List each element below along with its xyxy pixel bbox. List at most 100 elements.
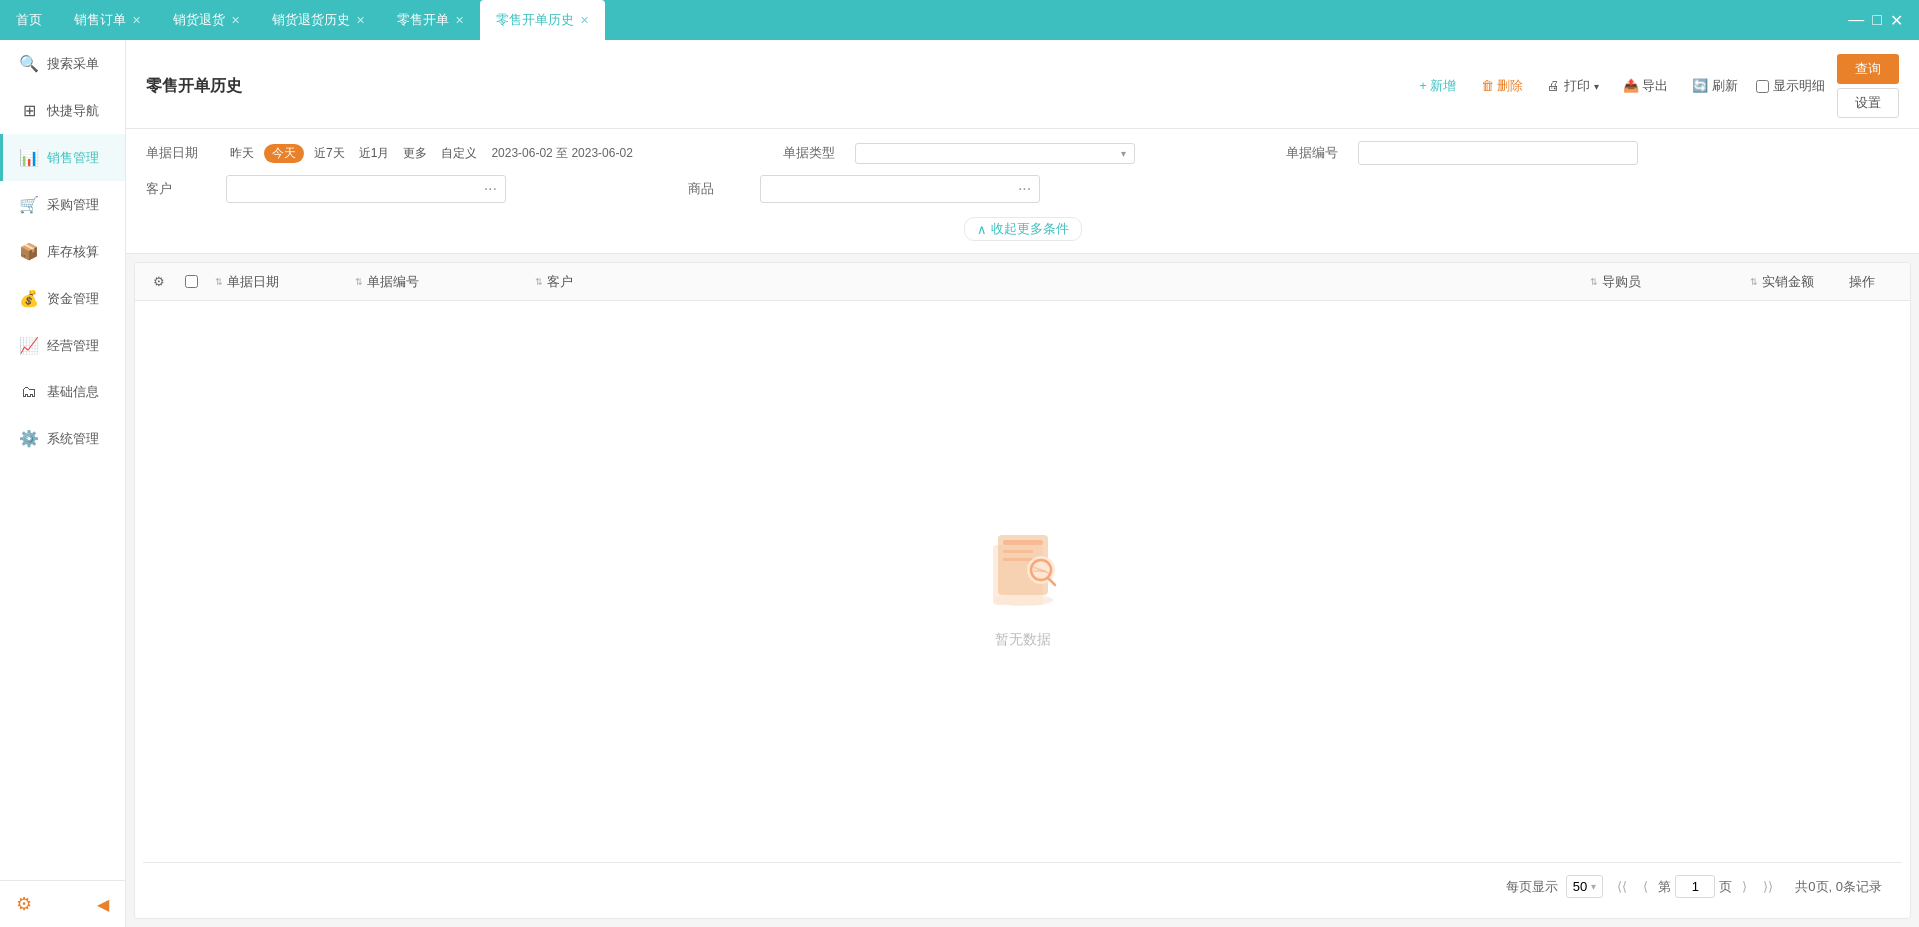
date-opt-1month[interactable]: 近1月 <box>355 144 394 163</box>
sidebar-item-sales-mgmt[interactable]: 📊 销售管理 <box>0 134 125 181</box>
delete-button[interactable]: 🗑 删除 <box>1475 73 1530 99</box>
table-settings-icon[interactable]: ⚙ <box>143 274 175 289</box>
settings-bottom-icon[interactable]: ⚙ <box>16 893 32 915</box>
next-page-btn[interactable]: ⟩ <box>1736 876 1753 897</box>
chart-icon: 📊 <box>19 148 39 167</box>
last-page-btn[interactable]: ⟩⟩ <box>1757 876 1779 897</box>
display-detail-checkbox[interactable]: 显示明细 <box>1756 77 1825 95</box>
sidebar-item-sys-mgmt[interactable]: ⚙️ 系统管理 <box>0 415 125 462</box>
date-opt-today[interactable]: 今天 <box>264 144 304 163</box>
sidebar-item-search[interactable]: 🔍 搜索采单 <box>0 40 125 87</box>
print-button[interactable]: 🖨 打印 ▾ <box>1541 73 1605 99</box>
tab-sales-return-history[interactable]: 销货退货历史 ✕ <box>256 0 381 40</box>
select-all-checkbox[interactable] <box>175 275 207 288</box>
sidebar-item-finance[interactable]: 💰 资金管理 <box>0 275 125 322</box>
chevron-up-icon: ∧ <box>977 222 987 237</box>
customer-input[interactable] <box>235 182 484 196</box>
bill-no-label: 单据编号 <box>1286 144 1346 162</box>
tab-retail-open-history[interactable]: 零售开单历史 ✕ <box>480 0 605 40</box>
bill-type-select[interactable]: ▾ <box>855 143 1135 164</box>
pagination: 每页显示 50 ▾ ⟨⟨ ⟨ 第 1 页 ⟩ ⟩⟩ 共0页, 0条记录 <box>143 862 1902 910</box>
product-input[interactable] <box>769 182 1018 196</box>
filter-row-2: 客户 ··· 商品 ··· <box>146 175 1899 203</box>
page-word: 页 <box>1719 878 1732 896</box>
money-icon: 💰 <box>19 289 39 308</box>
tab-sales-order[interactable]: 销售订单 ✕ <box>58 0 157 40</box>
bill-no-input[interactable] <box>1367 146 1629 160</box>
maximize-btn[interactable]: □ <box>1872 11 1882 29</box>
query-button[interactable]: 查询 <box>1837 54 1899 84</box>
sidebar-item-purchase-mgmt[interactable]: 🛒 采购管理 <box>0 181 125 228</box>
date-opt-7days[interactable]: 近7天 <box>310 144 349 163</box>
empty-text: 暂无数据 <box>995 631 1051 649</box>
tab-retail-open[interactable]: 零售开单 ✕ <box>381 0 480 40</box>
date-opt-more[interactable]: 更多 <box>399 144 431 163</box>
customer-input-wrapper: ··· <box>226 175 506 203</box>
page-title: 零售开单历史 <box>146 76 242 97</box>
close-retail-open-history[interactable]: ✕ <box>580 14 589 27</box>
col-date[interactable]: ⇅ 单据日期 <box>207 273 347 291</box>
page-number-input[interactable]: 1 <box>1675 875 1715 898</box>
col-billno[interactable]: ⇅ 单据编号 <box>347 273 527 291</box>
tab-sales-return[interactable]: 销货退货 ✕ <box>157 0 256 40</box>
search-icon: 🔍 <box>19 54 39 73</box>
gear-icon: ⚙️ <box>19 429 39 448</box>
sidebar-item-inventory[interactable]: 📦 库存核算 <box>0 228 125 275</box>
sidebar-item-basic-info[interactable]: 🗂 基础信息 <box>0 369 125 415</box>
svg-rect-4 <box>1003 550 1033 553</box>
customer-search-icon[interactable]: ··· <box>484 180 497 198</box>
add-button[interactable]: + 新增 <box>1413 73 1462 99</box>
page-size-value: 50 <box>1573 879 1587 894</box>
sidebar-item-quick-nav[interactable]: ⊞ 快捷导航 <box>0 87 125 134</box>
sidebar-item-operations[interactable]: 📈 经营管理 <box>0 322 125 369</box>
page-header: 零售开单历史 + 新增 🗑 删除 🖨 打印 ▾ 📤 导出 🔄 刷新 <box>126 40 1919 129</box>
product-input-wrapper: ··· <box>760 175 1040 203</box>
close-btn[interactable]: ✕ <box>1890 11 1903 30</box>
window-controls: — □ ✕ <box>1848 11 1919 30</box>
collapse-button[interactable]: ∧ 收起更多条件 <box>964 217 1082 241</box>
page-size-chevron-icon: ▾ <box>1591 881 1596 892</box>
bill-type-label: 单据类型 <box>783 144 843 162</box>
col-customer[interactable]: ⇅ 客户 <box>527 273 1582 291</box>
main-layout: 🔍 搜索采单 ⊞ 快捷导航 📊 销售管理 🛒 采购管理 📦 库存核算 💰 资金管… <box>0 40 1919 927</box>
minimize-btn[interactable]: — <box>1848 11 1864 29</box>
export-button[interactable]: 📤 导出 <box>1617 73 1675 99</box>
sort-customer-icon: ⇅ <box>535 277 543 287</box>
sidebar-bottom: ⚙ ◀ <box>0 880 125 927</box>
first-page-btn[interactable]: ⟨⟨ <box>1611 876 1633 897</box>
close-sales-return-history[interactable]: ✕ <box>356 14 365 27</box>
close-sales-order[interactable]: ✕ <box>132 14 141 27</box>
sort-up-icon: ⇅ <box>215 277 223 287</box>
svg-rect-3 <box>1003 540 1043 545</box>
table-area: ⚙ ⇅ 单据日期 ⇅ 单据编号 ⇅ 客户 ⇅ 导购员 <box>134 262 1911 919</box>
bill-no-input-wrapper <box>1358 141 1638 165</box>
col-amount[interactable]: ⇅ 实销金额 <box>1702 273 1822 291</box>
date-label: 单据日期 <box>146 144 206 162</box>
sidebar: 🔍 搜索采单 ⊞ 快捷导航 📊 销售管理 🛒 采购管理 📦 库存核算 💰 资金管… <box>0 40 126 927</box>
date-opt-yesterday[interactable]: 昨天 <box>226 144 258 163</box>
page-word-before: 第 <box>1658 878 1671 896</box>
display-detail-input[interactable] <box>1756 80 1769 93</box>
top-nav: 首页 销售订单 ✕ 销货退货 ✕ 销货退货历史 ✕ 零售开单 ✕ 零售开单历史 … <box>0 0 1919 40</box>
page-size-select[interactable]: 50 ▾ <box>1566 875 1603 898</box>
collapse-bar: ∧ 收起更多条件 <box>146 213 1899 241</box>
prev-page-btn[interactable]: ⟨ <box>1637 876 1654 897</box>
print-chevron-icon: ▾ <box>1594 81 1599 92</box>
col-guide[interactable]: ⇅ 导购员 <box>1582 273 1702 291</box>
refresh-button[interactable]: 🔄 刷新 <box>1686 73 1744 99</box>
close-retail-open[interactable]: ✕ <box>455 14 464 27</box>
bill-type-chevron-icon: ▾ <box>1121 148 1126 159</box>
grid-icon: ⊞ <box>19 101 39 120</box>
date-opt-custom[interactable]: 自定义 <box>437 144 481 163</box>
col-operation: 操作 <box>1822 273 1902 291</box>
sort-billno-icon: ⇅ <box>355 277 363 287</box>
date-options: 昨天 今天 近7天 近1月 更多 自定义 2023-06-02 至 2023-0… <box>226 144 633 163</box>
collapse-icon[interactable]: ◀ <box>97 895 109 914</box>
product-search-icon[interactable]: ··· <box>1018 180 1031 198</box>
trend-icon: 📈 <box>19 336 39 355</box>
tab-home[interactable]: 首页 <box>0 0 58 40</box>
filter-area: 单据日期 昨天 今天 近7天 近1月 更多 自定义 2023-06-02 至 2… <box>126 129 1919 254</box>
cart-icon: 🛒 <box>19 195 39 214</box>
close-sales-return[interactable]: ✕ <box>231 14 240 27</box>
setting-button[interactable]: 设置 <box>1837 88 1899 118</box>
